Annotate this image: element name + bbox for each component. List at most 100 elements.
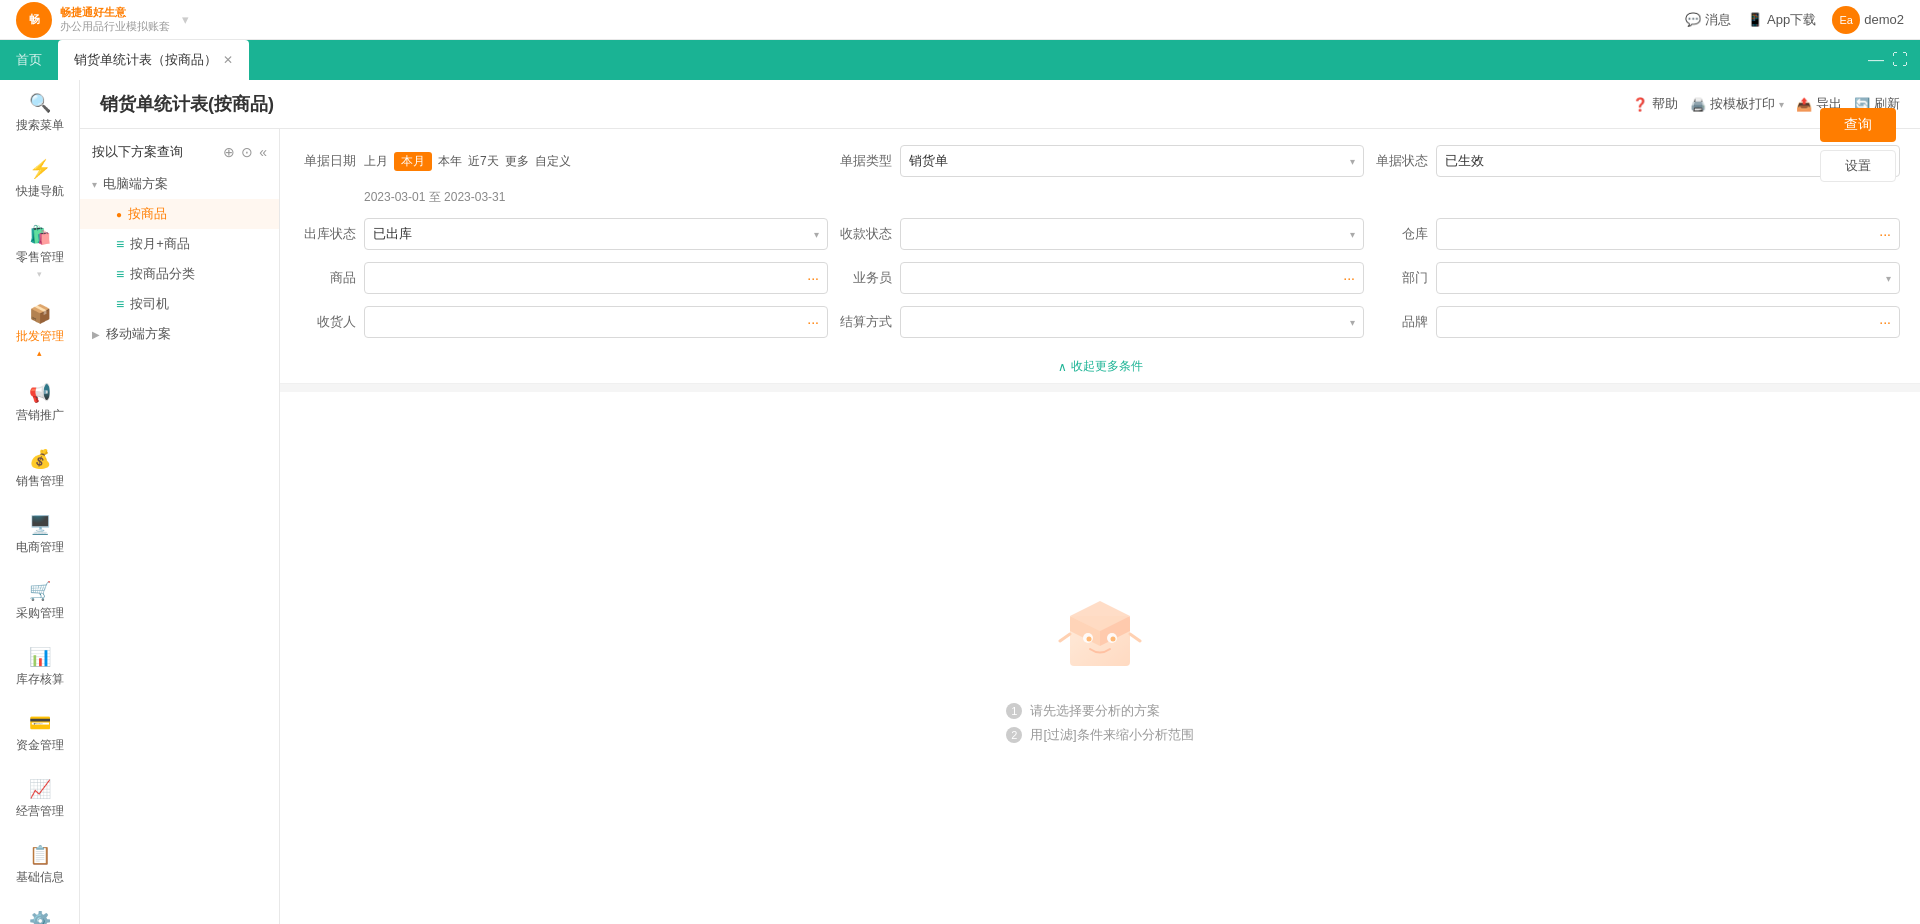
filter-results-area: 单据日期 上月 本月 本年 近7天 更多 自定义: [280, 129, 1920, 924]
scheme-add-icon[interactable]: ⊕: [223, 144, 235, 160]
by-month-product-icon: ≡: [116, 236, 124, 252]
tab-maximize-icon[interactable]: ⛶: [1892, 51, 1908, 69]
by-product-active-icon: ●: [116, 209, 122, 220]
product-dots-icon: ···: [807, 270, 819, 286]
topbar-right: 💬 消息 📱 App下载 Ea demo2: [1685, 6, 1904, 34]
svg-line-9: [1130, 634, 1140, 641]
date-tab-last7days[interactable]: 近7天: [468, 153, 499, 170]
sidebar-item-operation[interactable]: 📈 经营管理: [0, 766, 79, 832]
date-tab-custom[interactable]: 自定义: [535, 153, 571, 170]
date-range-display: 2023-03-01 至 2023-03-31: [300, 189, 1900, 206]
collapse-bar[interactable]: ∧ 收起更多条件: [300, 350, 1900, 383]
settlement-label: 结算方式: [836, 313, 892, 331]
by-cashier-icon: ≡: [116, 296, 124, 312]
empty-illustration: [1040, 566, 1160, 686]
brand-input[interactable]: ···: [1436, 306, 1900, 338]
tab-minimize-icon[interactable]: —: [1868, 51, 1884, 69]
sidebar-item-sales[interactable]: 💰 销售管理: [0, 436, 79, 502]
system-icon: ⚙️: [29, 910, 51, 924]
sidebar-item-search[interactable]: 🔍 搜索菜单: [0, 80, 79, 146]
sidebar-item-purchase[interactable]: 🛒 采购管理: [0, 568, 79, 634]
type-input[interactable]: 销货单 ▾: [900, 145, 1364, 177]
filter-receiver-field: 收货人 ···: [300, 306, 828, 338]
scheme-group-mobile-header[interactable]: ▶ 移动端方案: [80, 319, 279, 349]
filter-warehouse-field: 仓库 ···: [1372, 218, 1900, 250]
page-title: 销货单统计表(按商品): [100, 92, 274, 128]
filter-row-3: 商品 ··· 业务员 ···: [300, 262, 1900, 294]
scheme-group-pc: ▾ 电脑端方案 ● 按商品 ≡ 按月+商品 ≡ 按商品分类: [80, 169, 279, 319]
department-input[interactable]: ▾: [1436, 262, 1900, 294]
scheme-panel-title: 按以下方案查询: [92, 143, 217, 161]
date-tab-this-month[interactable]: 本月: [394, 152, 432, 171]
collapse-up-icon: ∧: [1058, 360, 1067, 374]
wholesale-arrow-icon: ▴: [37, 348, 42, 358]
brand-label: 品牌: [1372, 313, 1428, 331]
sidebar-item-system[interactable]: ⚙️ 系统管理: [0, 898, 79, 924]
sidebar-item-retail[interactable]: 🛍️ 零售管理 ▾: [0, 212, 79, 291]
shortcut-icon: ⚡: [29, 158, 51, 180]
warehouse-status-input[interactable]: 已出库 ▾: [364, 218, 828, 250]
settlement-input[interactable]: ▾: [900, 306, 1364, 338]
print-dropdown-icon[interactable]: ▾: [1779, 99, 1784, 110]
warehouse-input[interactable]: ···: [1436, 218, 1900, 250]
payment-status-input[interactable]: ▾: [900, 218, 1364, 250]
message-icon: 💬: [1685, 12, 1701, 27]
scheme-collapse-icon[interactable]: «: [259, 144, 267, 160]
help-icon: ❓: [1632, 97, 1648, 112]
ecom-icon: 🖥️: [29, 514, 51, 536]
date-tab-more[interactable]: 更多: [505, 153, 529, 170]
filter-staff-field: 业务员 ···: [836, 262, 1364, 294]
sidebar-item-basic[interactable]: 📋 基础信息: [0, 832, 79, 898]
receiver-input[interactable]: ···: [364, 306, 828, 338]
empty-tips: 1 请先选择要分析的方案 2 用[过滤]条件来缩小分析范围: [1006, 702, 1193, 750]
retail-arrow-icon: ▾: [37, 269, 42, 279]
tab-report-close-icon[interactable]: ✕: [223, 53, 233, 67]
receiver-label: 收货人: [300, 313, 356, 331]
tip-num-2: 2: [1006, 727, 1022, 743]
tab-report-label: 销货单统计表（按商品）: [74, 51, 217, 69]
title-dropdown-icon[interactable]: ▾: [182, 12, 189, 27]
page-header: 销货单统计表(按商品) ❓ 帮助 🖨️ 按模板打印 ▾ 📤 导出 🔄 刷新: [80, 80, 1920, 129]
message-btn[interactable]: 💬 消息: [1685, 11, 1731, 29]
warehouse-dots-icon: ···: [1879, 226, 1891, 242]
warehouse-status-label: 出库状态: [300, 225, 356, 243]
user-profile[interactable]: Ea demo2: [1832, 6, 1904, 34]
tab-home[interactable]: 首页: [0, 40, 58, 80]
svg-line-8: [1060, 634, 1070, 641]
date-tab-this-year[interactable]: 本年: [438, 153, 462, 170]
payment-status-label: 收款状态: [836, 225, 892, 243]
sidebar-item-ecom[interactable]: 🖥️ 电商管理: [0, 502, 79, 568]
main-layout: 🔍 搜索菜单 ⚡ 快捷导航 🛍️ 零售管理 ▾ 📦 批发管理 ▴ 📢 营销推广 …: [0, 80, 1920, 924]
filter-brand-field: 品牌 ···: [1372, 306, 1900, 338]
scheme-item-by-product[interactable]: ● 按商品: [80, 199, 279, 229]
user-avatar: Ea: [1832, 6, 1860, 34]
results-area: 查询 设置: [280, 384, 1920, 924]
sidebar-item-marketing[interactable]: 📢 营销推广: [0, 370, 79, 436]
product-input[interactable]: ···: [364, 262, 828, 294]
scheme-group-pc-header[interactable]: ▾ 电脑端方案: [80, 169, 279, 199]
app-download-btn[interactable]: 📱 App下载: [1747, 11, 1816, 29]
filter-row-2: 出库状态 已出库 ▾ 收款状态 ▾: [300, 218, 1900, 250]
product-label: 商品: [300, 269, 356, 287]
sidebar-item-wholesale[interactable]: 📦 批发管理 ▴: [0, 291, 79, 370]
template-print-btn[interactable]: 🖨️ 按模板打印 ▾: [1690, 95, 1784, 113]
empty-tip-1: 1 请先选择要分析的方案: [1006, 702, 1193, 720]
scheme-item-by-category[interactable]: ≡ 按商品分类: [80, 259, 279, 289]
scheme-panel: 按以下方案查询 ⊕ ⊙ « ▾ 电脑端方案 ● 按商品: [80, 129, 280, 924]
scheme-item-by-cashier[interactable]: ≡ 按司机: [80, 289, 279, 319]
sidebar-item-shortcut[interactable]: ⚡ 快捷导航: [0, 146, 79, 212]
sidebar-item-finance[interactable]: 💳 资金管理: [0, 700, 79, 766]
tab-report[interactable]: 销货单统计表（按商品） ✕: [58, 40, 249, 80]
content-area: 销货单统计表(按商品) ❓ 帮助 🖨️ 按模板打印 ▾ 📤 导出 🔄 刷新: [80, 80, 1920, 924]
scheme-settings-icon[interactable]: ⊙: [241, 144, 253, 160]
help-btn[interactable]: ❓ 帮助: [1632, 95, 1678, 113]
scheme-item-by-month-product[interactable]: ≡ 按月+商品: [80, 229, 279, 259]
staff-input[interactable]: ···: [900, 262, 1364, 294]
date-filter-controls: 上月 本月 本年 近7天 更多 自定义: [364, 152, 828, 171]
filter-date-field: 单据日期 上月 本月 本年 近7天 更多 自定义: [300, 152, 828, 171]
date-tab-last-month[interactable]: 上月: [364, 153, 388, 170]
department-caret-icon: ▾: [1886, 273, 1891, 284]
finance-icon: 💳: [29, 712, 51, 734]
settlement-caret-icon: ▾: [1350, 317, 1355, 328]
sidebar-item-inventory[interactable]: 📊 库存核算: [0, 634, 79, 700]
